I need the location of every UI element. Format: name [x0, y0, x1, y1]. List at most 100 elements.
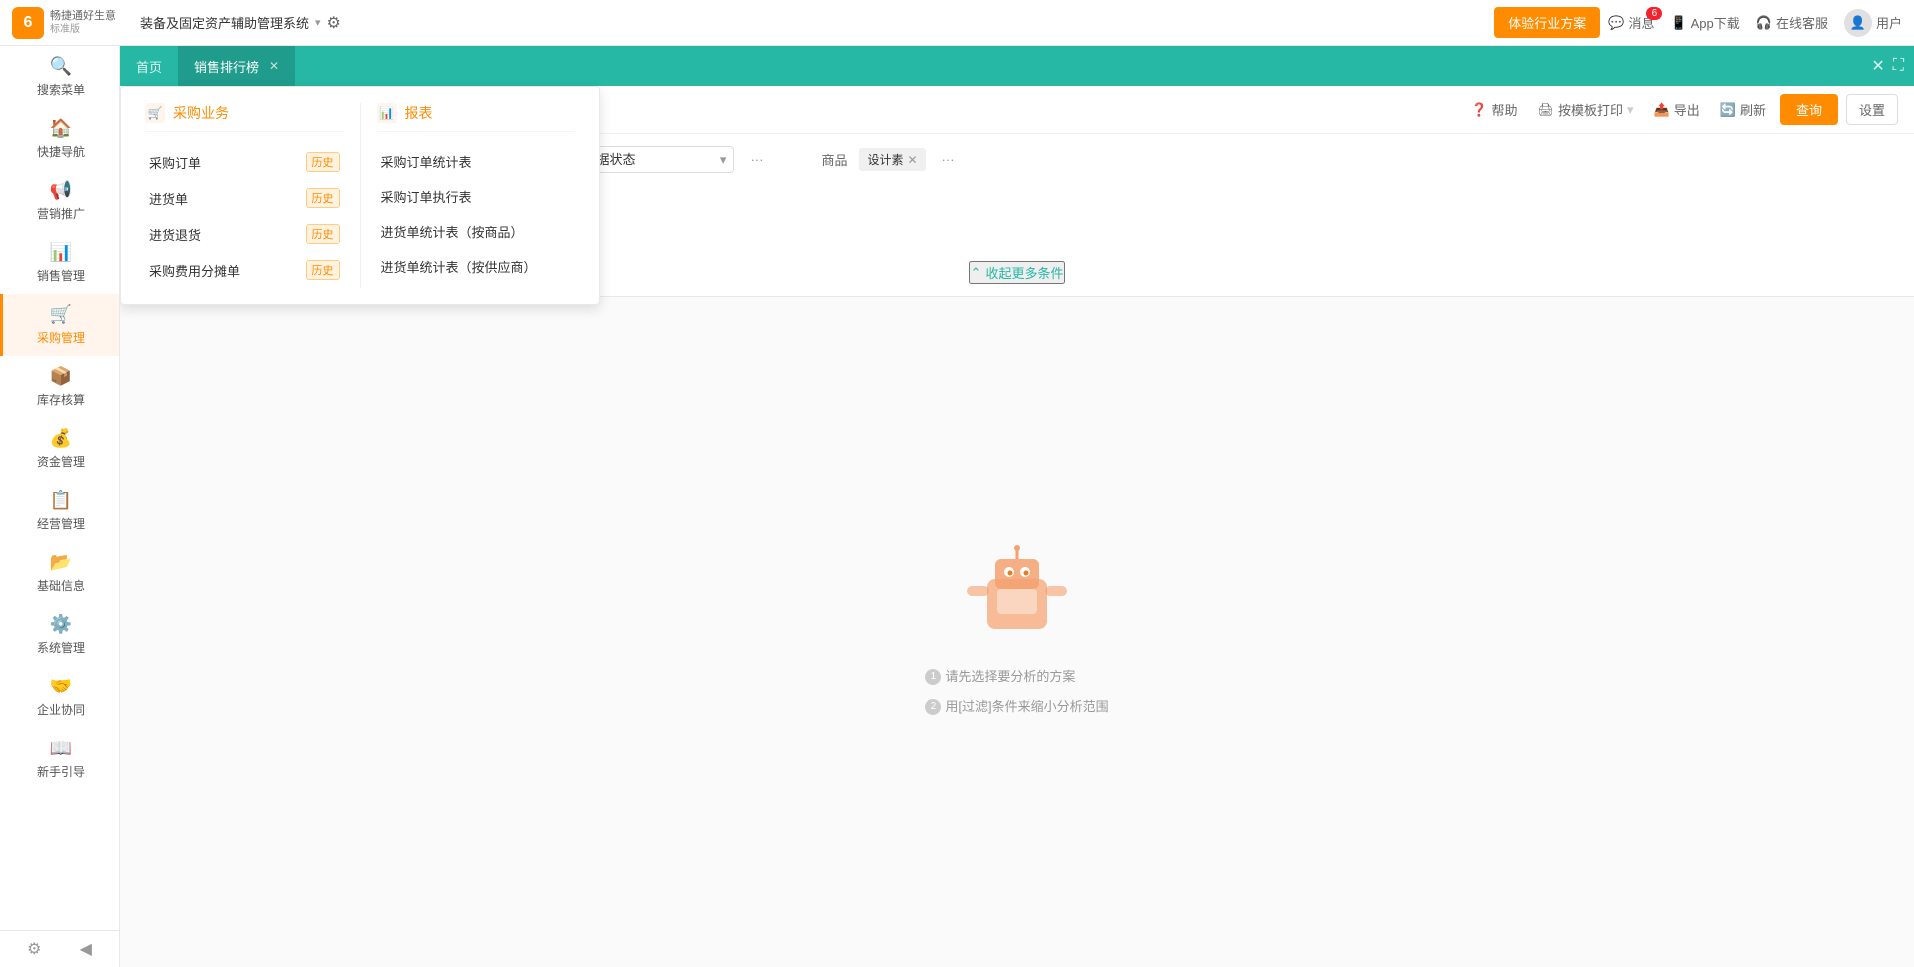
history-badge-expense: 历史	[306, 260, 340, 280]
sidebar-item-system[interactable]: ⚙️ 系统管理	[0, 604, 119, 666]
dropdown-item-order-stats[interactable]: 采购订单统计表	[377, 144, 576, 179]
system-icon: ⚙️	[50, 614, 72, 635]
tab-home[interactable]: 首页	[120, 46, 178, 86]
sidebar-item-enterprise[interactable]: 🤝 企业协同	[0, 666, 119, 728]
top-right: 💬 消息 6 📱 App下载 🎧 在线客服 👤 用户	[1608, 9, 1902, 37]
collapse-sidebar-icon[interactable]: ◀	[80, 939, 92, 959]
help-btn[interactable]: ❓ 帮助	[1465, 96, 1523, 123]
export-btn[interactable]: 📤 导出	[1648, 96, 1706, 123]
sidebar-item-purchase[interactable]: 🛒 采购管理	[0, 294, 119, 356]
close-tab-icon[interactable]: ✕	[269, 59, 279, 73]
dropdown-item-receipt-stats-supplier[interactable]: 进货单统计表（按供应商）	[377, 249, 576, 284]
sidebar-item-guide[interactable]: 📖 新手引导	[0, 728, 119, 790]
dropdown-item-purchase-order[interactable]: 采购订单 历史	[145, 144, 344, 180]
settings-bottom-icon[interactable]: ⚙	[27, 939, 41, 959]
tab-home-label: 首页	[136, 57, 162, 76]
system-settings-icon[interactable]: ⚙	[327, 13, 341, 33]
message-badge: 6	[1646, 7, 1662, 20]
dropdown-item-label-purchase-order: 采购订单	[149, 153, 201, 172]
message-btn[interactable]: 💬 消息 6	[1608, 13, 1654, 32]
dropdown-item-label-expense: 采购费用分摊单	[149, 261, 240, 280]
tab-sales-rank[interactable]: 销售排行榜 ✕	[178, 46, 295, 86]
refresh-btn[interactable]: 🔄 刷新	[1714, 96, 1772, 123]
finance-icon: 💰	[50, 428, 72, 449]
industry-btn[interactable]: 体验行业方案	[1494, 7, 1600, 38]
dropdown-menu: 🛒 采购业务 采购订单 历史 进货单 历史 进货退货 历史 采购费用分摊单	[120, 86, 600, 305]
online-service-label: 在线客服	[1776, 13, 1828, 32]
collapse-arrow-icon: ⌃	[971, 265, 982, 281]
sidebar-label-enterprise: 企业协同	[37, 701, 85, 718]
headset-icon: 🎧	[1756, 15, 1772, 31]
dropdown-item-return[interactable]: 进货退货 历史	[145, 216, 344, 252]
sidebar-label-quick: 快捷导航	[37, 143, 85, 160]
sidebar-item-basic[interactable]: 📂 基础信息	[0, 542, 119, 604]
purchase-section-icon: 🛒	[145, 103, 165, 123]
hint-num-1: 1	[925, 669, 941, 685]
purchase-column: 🛒 采购业务 采购订单 历史 进货单 历史 进货退货 历史 采购费用分摊单	[137, 103, 352, 288]
dropdown-item-order-exec[interactable]: 采购订单执行表	[377, 179, 576, 214]
tab-expand-icon[interactable]: ⛶	[1893, 57, 1904, 75]
hint-text-2: 用[过滤]条件来缩小分析范围	[945, 694, 1108, 720]
report-section-title: 📊 报表	[377, 103, 576, 132]
sidebar-item-sales[interactable]: 📊 销售管理	[0, 232, 119, 294]
print-btn[interactable]: 🖨 按模板打印 ▾	[1532, 96, 1640, 123]
sidebar-item-operations[interactable]: 📋 经营管理	[0, 480, 119, 542]
dropdown-divider	[360, 103, 361, 288]
basic-icon: 📂	[50, 552, 72, 573]
marketing-icon: 📢	[50, 180, 72, 201]
system-title: 装备及固定资产辅助管理系统 ▾ ⚙	[140, 13, 1486, 33]
operations-icon: 📋	[50, 490, 72, 511]
user-label: 用户	[1876, 13, 1902, 32]
dropdown-item-label-return: 进货退货	[149, 225, 201, 244]
tab-sales-rank-label: 销售排行榜	[194, 57, 259, 76]
sidebar-label-sales: 销售管理	[37, 267, 85, 284]
system-title-arrow[interactable]: ▾	[315, 16, 321, 29]
sidebar-label-operations: 经营管理	[37, 515, 85, 532]
user-btn[interactable]: 👤 用户	[1844, 9, 1902, 37]
dropdown-item-receipt[interactable]: 进货单 历史	[145, 180, 344, 216]
purchase-icon: 🛒	[50, 304, 72, 325]
purchase-section-label: 采购业务	[173, 103, 229, 123]
query-btn[interactable]: 查询	[1780, 94, 1838, 125]
sidebar-item-search[interactable]: 🔍 搜索菜单	[0, 46, 119, 108]
home-icon: 🏠	[50, 118, 72, 139]
online-service-btn[interactable]: 🎧 在线客服	[1756, 13, 1828, 32]
inventory-icon: 📦	[50, 366, 72, 387]
avatar: 👤	[1844, 9, 1872, 37]
empty-hint-1: 1 请先选择要分析的方案	[925, 664, 1108, 690]
dropdown-item-receipt-stats-goods[interactable]: 进货单统计表（按商品）	[377, 214, 576, 249]
sidebar-label-basic: 基础信息	[37, 577, 85, 594]
collapse-btn[interactable]: ⌃ 收起更多条件	[969, 261, 1066, 284]
history-badge-purchase-order: 历史	[306, 152, 340, 172]
sidebar-item-inventory[interactable]: 📦 库存核算	[0, 356, 119, 418]
settings-filter-btn[interactable]: 设置	[1846, 94, 1898, 125]
app-download-btn[interactable]: 📱 App下载	[1670, 13, 1739, 32]
empty-hint-2: 2 用[过滤]条件来缩小分析范围	[925, 694, 1108, 720]
empty-state: 1 请先选择要分析的方案 2 用[过滤]条件来缩小分析范围	[120, 297, 1914, 967]
dropdown-item-label-order-exec: 采购订单执行表	[381, 187, 472, 206]
sidebar-label-system: 系统管理	[37, 639, 85, 656]
enterprise-icon: 🤝	[50, 676, 72, 697]
tab-close-icon[interactable]: ✕	[1871, 56, 1884, 76]
sidebar-label-guide: 新手引导	[37, 763, 85, 780]
logo-text: 畅捷通好生意	[50, 9, 116, 23]
empty-text: 1 请先选择要分析的方案 2 用[过滤]条件来缩小分析范围	[925, 664, 1108, 720]
print-icon: 🖨	[1538, 102, 1555, 118]
sidebar-item-finance[interactable]: 💰 资金管理	[0, 418, 119, 480]
sidebar-label-marketing: 营销推广	[37, 205, 85, 222]
report-column: 📊 报表 采购订单统计表 采购订单执行表 进货单统计表（按商品） 进货单统计表（…	[369, 103, 584, 288]
purchase-section-title: 🛒 采购业务	[145, 103, 344, 132]
sidebar-item-marketing[interactable]: 📢 营销推广	[0, 170, 119, 232]
dropdown-item-expense[interactable]: 采购费用分摊单 历史	[145, 252, 344, 288]
print-label: 按模板打印	[1558, 100, 1623, 119]
sidebar-bottom: ⚙ ◀	[0, 930, 119, 967]
dropdown-item-label-receipt-stats-goods: 进货单统计表（按商品）	[381, 222, 524, 241]
print-arrow: ▾	[1627, 102, 1634, 118]
help-icon: ❓	[1471, 102, 1487, 118]
sidebar-item-quick[interactable]: 🏠 快捷导航	[0, 108, 119, 170]
sales-icon: 📊	[50, 242, 72, 263]
phone-icon: 📱	[1670, 15, 1686, 31]
goods-tag-remove[interactable]: ✕	[907, 153, 917, 167]
logo-badge: 标准版	[50, 23, 116, 36]
report-section-label: 报表	[405, 103, 433, 123]
